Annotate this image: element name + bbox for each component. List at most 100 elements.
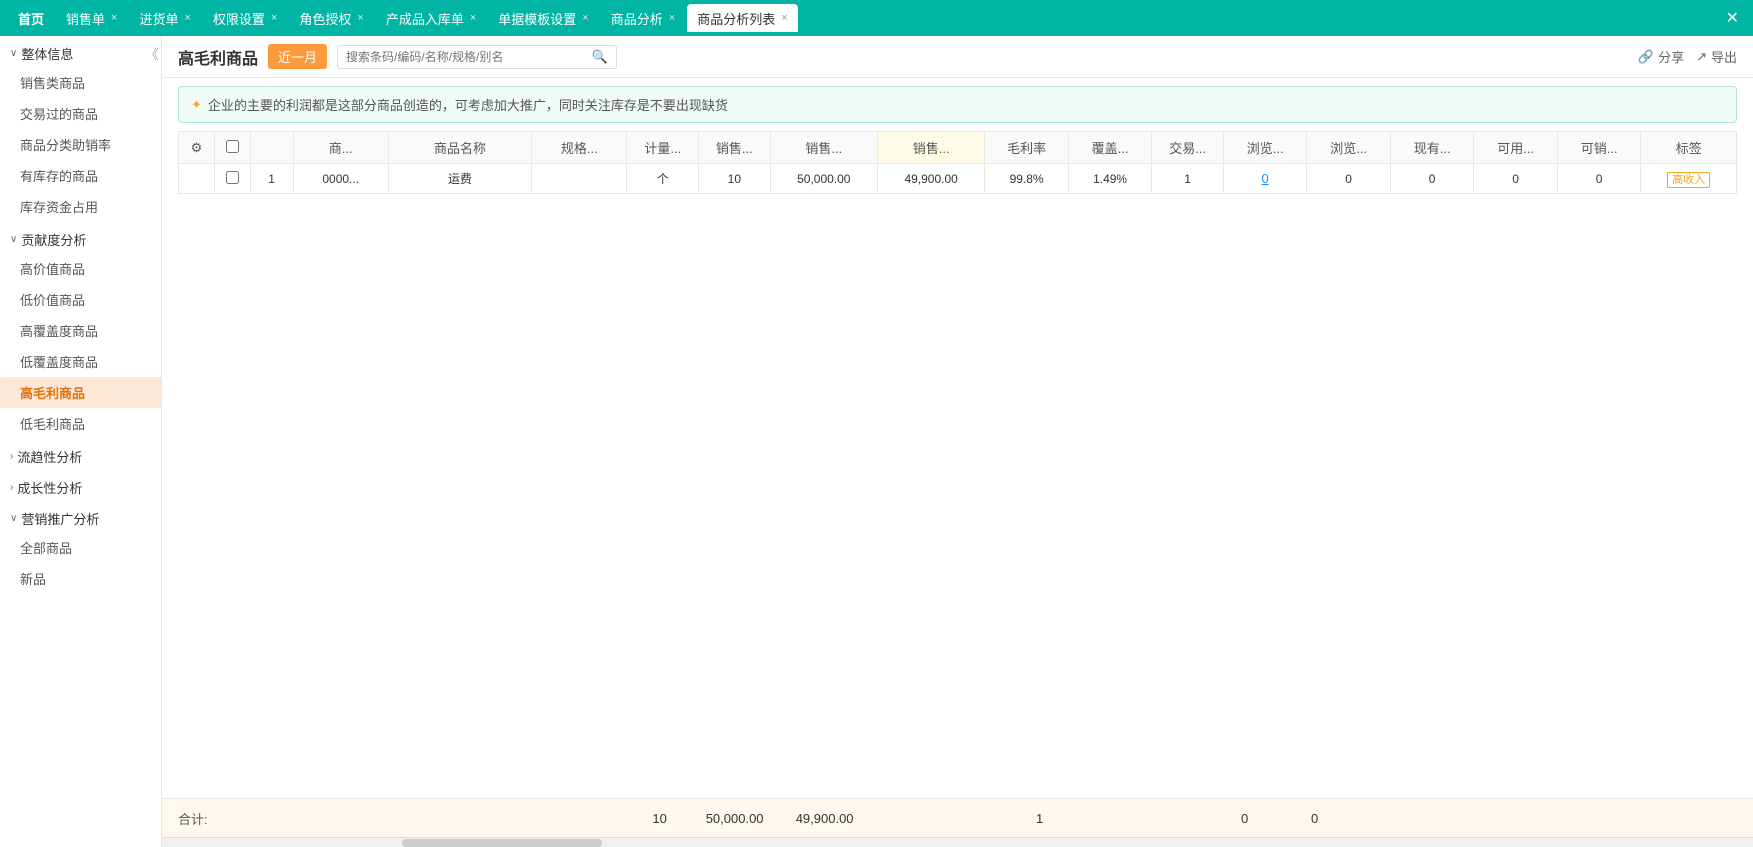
- search-icon[interactable]: 🔍: [592, 49, 608, 65]
- sidebar-group-trend[interactable]: › 流趋性分析: [0, 439, 161, 470]
- close-template-tab[interactable]: ×: [582, 12, 588, 24]
- nav-tab-product-in[interactable]: 产成品入库单 ×: [376, 4, 486, 32]
- row-checkbox[interactable]: [226, 171, 239, 184]
- select-all-checkbox[interactable]: [226, 140, 239, 153]
- scrollbar-thumb[interactable]: [402, 839, 602, 847]
- summary-trans: 1: [1010, 811, 1070, 826]
- cell-settings: [179, 164, 215, 194]
- sidebar-collapse-btn[interactable]: 《: [143, 44, 161, 62]
- cell-tag: 高收入: [1641, 164, 1737, 194]
- col-header-code[interactable]: 商...: [293, 132, 388, 164]
- nav-tab-role[interactable]: 角色授权 ×: [289, 4, 373, 32]
- cell-browse2: 0: [1307, 164, 1391, 194]
- sidebar-item-in-stock[interactable]: 有库存的商品: [0, 160, 161, 191]
- col-header-cover[interactable]: 覆盖...: [1068, 132, 1152, 164]
- date-filter-button[interactable]: 近一月: [268, 44, 327, 69]
- sidebar-item-new-goods[interactable]: 新品: [0, 563, 161, 594]
- cell-spec: [532, 164, 627, 194]
- nav-tab-home[interactable]: 首页: [8, 4, 54, 32]
- cell-code: 0000...: [293, 164, 388, 194]
- col-header-unit[interactable]: 计量...: [627, 132, 699, 164]
- sidebar-group-growth[interactable]: › 成长性分析: [0, 470, 161, 501]
- page-title: 高毛利商品: [178, 45, 258, 69]
- sidebar-group-contribution[interactable]: ∨ 贡献度分析: [0, 222, 161, 253]
- sidebar-group-overall[interactable]: ∨ 整体信息: [0, 36, 161, 67]
- sidebar-item-high-margin[interactable]: 高毛利商品: [0, 377, 161, 408]
- info-icon: ✦: [191, 97, 202, 113]
- sidebar-item-all-goods[interactable]: 全部商品: [0, 532, 161, 563]
- col-header-name[interactable]: 商品名称: [388, 132, 531, 164]
- nav-tab-sales[interactable]: 销售单 ×: [56, 4, 127, 32]
- col-header-browse2[interactable]: 浏览...: [1307, 132, 1391, 164]
- sidebar-item-traded-goods[interactable]: 交易过的商品: [0, 98, 161, 129]
- sidebar-item-stock-capital[interactable]: 库存资金占用: [0, 191, 161, 222]
- col-header-sales-cost[interactable]: 销售...: [877, 132, 984, 164]
- sidebar-item-low-coverage[interactable]: 低覆盖度商品: [0, 346, 161, 377]
- cell-num: 1: [250, 164, 293, 194]
- col-header-sales-qty[interactable]: 销售...: [699, 132, 771, 164]
- share-icon: 🔗: [1638, 49, 1654, 65]
- col-header-check[interactable]: [214, 132, 250, 164]
- col-header-saleable[interactable]: 可销...: [1557, 132, 1641, 164]
- cell-check[interactable]: [214, 164, 250, 194]
- nav-tab-purchase[interactable]: 进货单 ×: [129, 4, 200, 32]
- cell-browse1[interactable]: 0: [1223, 164, 1307, 194]
- cell-cover: 1.49%: [1068, 164, 1152, 194]
- nav-tab-analysis[interactable]: 商品分析 ×: [601, 4, 685, 32]
- col-header-browse1[interactable]: 浏览...: [1223, 132, 1307, 164]
- table-row: 1 0000... 运费 个 10 50,000.00 49,900.00 99…: [179, 164, 1737, 194]
- sidebar-item-high-coverage[interactable]: 高覆盖度商品: [0, 315, 161, 346]
- summary-avail: 0: [1280, 811, 1350, 826]
- close-analysis-list-tab[interactable]: ×: [781, 12, 787, 24]
- col-header-settings[interactable]: ⚙: [179, 132, 215, 164]
- col-header-avail[interactable]: 可用...: [1474, 132, 1558, 164]
- contribution-group-arrow: ∨: [10, 234, 17, 245]
- export-button[interactable]: ↗ 导出: [1696, 47, 1737, 66]
- close-purchase-tab[interactable]: ×: [184, 12, 190, 24]
- sidebar-item-low-value[interactable]: 低价值商品: [0, 284, 161, 315]
- col-header-sales-amt[interactable]: 销售...: [770, 132, 877, 164]
- summary-stock: 0: [1210, 811, 1280, 826]
- close-product-in-tab[interactable]: ×: [470, 12, 476, 24]
- close-all-tabs[interactable]: ✕: [1720, 8, 1745, 28]
- bottom-scrollbar[interactable]: [162, 837, 1753, 847]
- top-nav: 首页 销售单 × 进货单 × 权限设置 × 角色授权 × 产成品入库单 × 单据…: [0, 0, 1753, 36]
- close-permission-tab[interactable]: ×: [271, 12, 277, 24]
- sidebar-item-high-value[interactable]: 高价值商品: [0, 253, 161, 284]
- summary-label: 合计:: [178, 809, 224, 828]
- overall-group-arrow: ∨: [10, 48, 17, 59]
- col-header-margin[interactable]: 毛利率: [985, 132, 1069, 164]
- sidebar-item-sales-goods[interactable]: 销售类商品: [0, 67, 161, 98]
- close-role-tab[interactable]: ×: [357, 12, 363, 24]
- sidebar-item-category-rate[interactable]: 商品分类助销率: [0, 129, 161, 160]
- data-table: ⚙ 商... 商品名称 规格...: [178, 131, 1737, 194]
- sidebar: 《 ∨ 整体信息 销售类商品 交易过的商品 商品分类助销率 有库存的商品 库存资…: [0, 36, 162, 847]
- summary-row: 合计: 10 50,000.00 49,900.00 1 0 0: [178, 799, 1737, 837]
- share-button[interactable]: 🔗 分享: [1638, 47, 1684, 66]
- nav-tab-template[interactable]: 单据模板设置 ×: [488, 4, 598, 32]
- table-header-row: ⚙ 商... 商品名称 规格...: [179, 132, 1737, 164]
- col-header-trans[interactable]: 交易...: [1152, 132, 1224, 164]
- close-sales-tab[interactable]: ×: [111, 12, 117, 24]
- nav-tab-permission[interactable]: 权限设置 ×: [203, 4, 287, 32]
- summary-sales-amt: 50,000.00: [690, 811, 780, 826]
- cell-unit: 个: [627, 164, 699, 194]
- cell-saleable: 0: [1557, 164, 1641, 194]
- close-analysis-tab[interactable]: ×: [669, 12, 675, 24]
- sidebar-group-marketing[interactable]: ∨ 营销推广分析: [0, 501, 161, 532]
- table-container: ⚙ 商... 商品名称 规格...: [162, 131, 1753, 798]
- cell-stock: 0: [1390, 164, 1474, 194]
- col-header-tag[interactable]: 标签: [1641, 132, 1737, 164]
- col-header-num: [250, 132, 293, 164]
- cell-sales-cost: 49,900.00: [877, 164, 984, 194]
- export-icon: ↗: [1696, 49, 1707, 65]
- tag-high-income: 高收入: [1667, 172, 1710, 188]
- content-area: 高毛利商品 近一月 🔍 🔗 分享 ↗ 导出 ✦ 企业的: [162, 36, 1753, 847]
- nav-tab-analysis-list[interactable]: 商品分析列表 ×: [687, 4, 797, 32]
- header-actions: 🔗 分享 ↗ 导出: [1638, 47, 1737, 66]
- col-header-stock[interactable]: 现有...: [1390, 132, 1474, 164]
- search-input[interactable]: [346, 50, 586, 64]
- col-header-spec[interactable]: 规格...: [532, 132, 627, 164]
- sidebar-item-low-margin[interactable]: 低毛利商品: [0, 408, 161, 439]
- cell-name: 运费: [388, 164, 531, 194]
